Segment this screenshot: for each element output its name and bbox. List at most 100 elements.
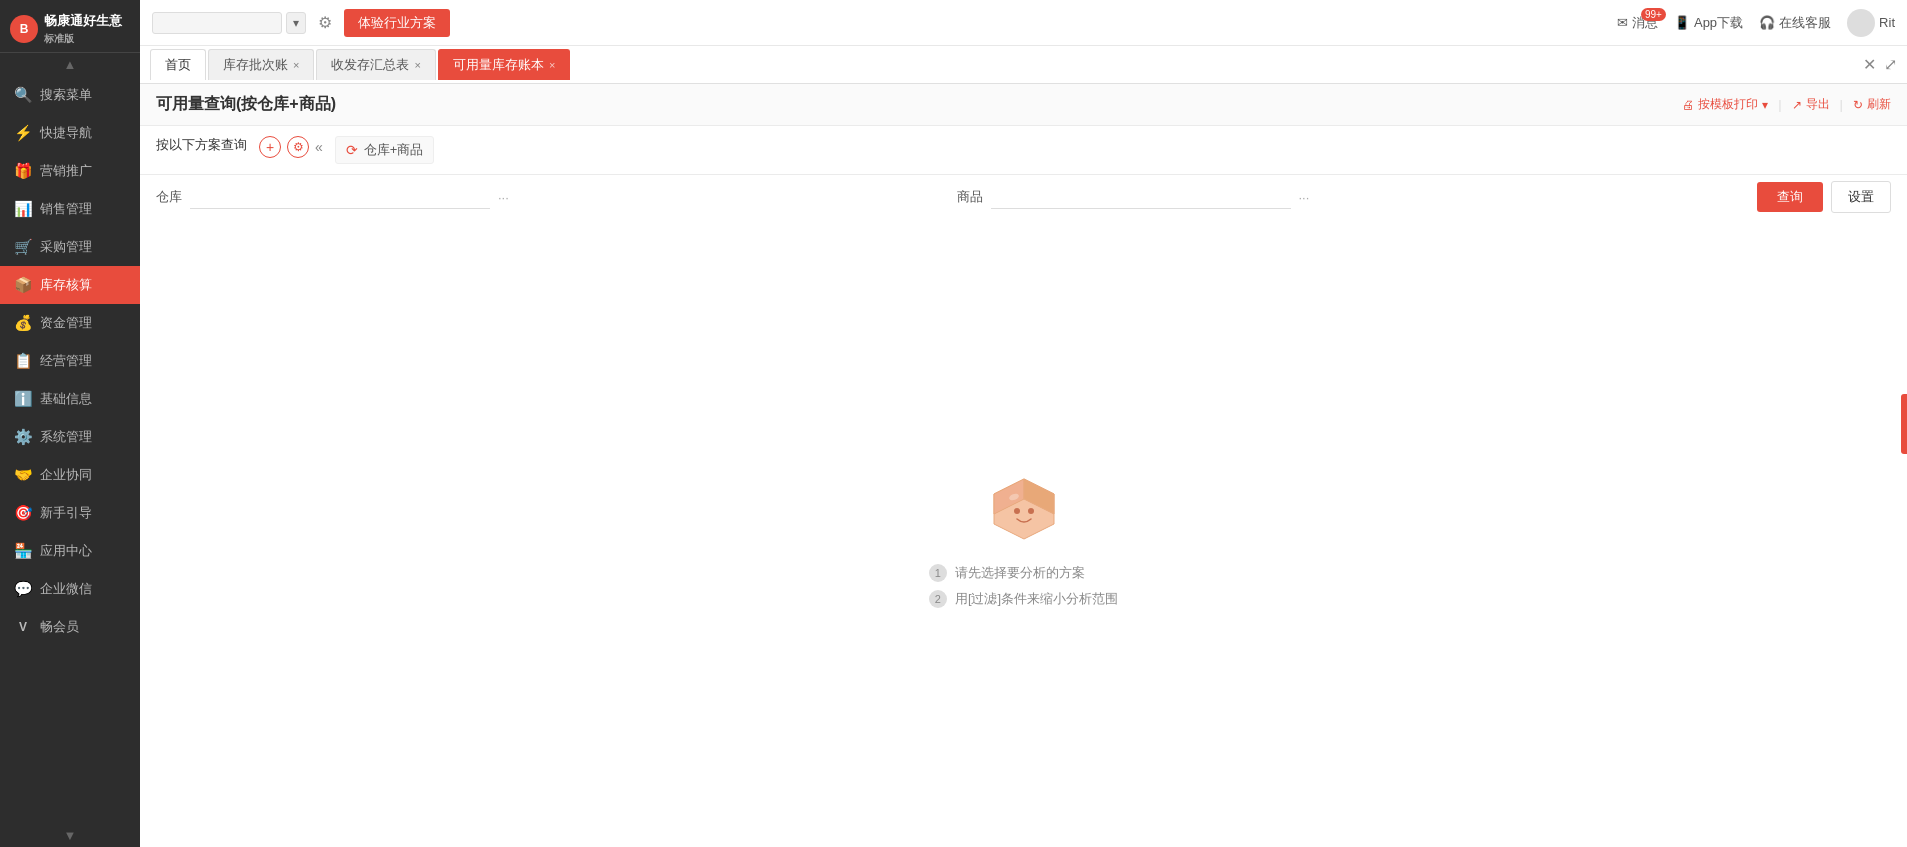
message-icon: ✉ — [1617, 15, 1628, 30]
sidebar-header: B 畅康通好生意 标准版 — [0, 0, 140, 53]
sidebar-item-label: 新手引导 — [40, 504, 92, 522]
message-button[interactable]: ✉ 消息 99+ — [1617, 14, 1658, 32]
hint-num-2: 2 — [929, 590, 947, 608]
sidebar-item-system[interactable]: ⚙️ 系统管理 — [0, 418, 140, 456]
empty-illustration — [979, 459, 1069, 552]
sidebar-item-label: 搜索菜单 — [40, 86, 92, 104]
sidebar-item-guide[interactable]: 🎯 新手引导 — [0, 494, 140, 532]
sidebar-item-label: 经营管理 — [40, 352, 92, 370]
collapse-button[interactable]: « — [315, 139, 323, 155]
sidebar-item-marketing[interactable]: 🎁 营销推广 — [0, 152, 140, 190]
field-row: 仓库 ··· 商品 ··· 查询 设置 — [140, 175, 1907, 219]
sidebar-item-operations[interactable]: 📋 经营管理 — [0, 342, 140, 380]
refresh-label: 刷新 — [1867, 96, 1891, 113]
sidebar-item-appstore[interactable]: 🏪 应用中心 — [0, 532, 140, 570]
sidebar-logo-text: 畅康通好生意 标准版 — [44, 12, 122, 46]
tabbar-right: ✕ ⤢ — [1863, 55, 1897, 74]
sidebar-item-inventory[interactable]: 📦 库存核算 — [0, 266, 140, 304]
purchase-icon: 🛒 — [14, 238, 32, 256]
tab-label: 库存批次账 — [223, 56, 288, 74]
filter-label: 按以下方案查询 — [156, 136, 247, 154]
dropdown-button[interactable]: ▾ — [286, 12, 306, 34]
sidebar-item-nav[interactable]: ⚡ 快捷导航 — [0, 114, 140, 152]
page-actions: 🖨 按模板打印 ▾ | ↗ 导出 | ↻ 刷新 — [1682, 96, 1891, 113]
service-icon: 🎧 — [1759, 15, 1775, 30]
topbar: ▾ ⚙ 体验行业方案 ✉ 消息 99+ 📱 App下载 🎧 在线客服 Rit — [140, 0, 1907, 46]
sidebar-logo-icon: B — [10, 15, 38, 43]
sidebar-item-purchase[interactable]: 🛒 采购管理 — [0, 228, 140, 266]
sidebar-item-basic-info[interactable]: ℹ️ 基础信息 — [0, 380, 140, 418]
product-field-group: 商品 ··· — [957, 185, 1742, 209]
export-button[interactable]: ↗ 导出 — [1792, 96, 1830, 113]
scheme-item[interactable]: ⟳ 仓库+商品 — [335, 136, 435, 164]
search-icon: 🔍 — [14, 86, 32, 104]
info-icon: ℹ️ — [14, 390, 32, 408]
scheme-label: 仓库+商品 — [364, 141, 424, 159]
page-title: 可用量查询(按仓库+商品) — [156, 94, 1682, 115]
trial-button[interactable]: 体验行业方案 — [344, 9, 450, 37]
page-header: 可用量查询(按仓库+商品) 🖨 按模板打印 ▾ | ↗ 导出 | ↻ 刷新 — [140, 84, 1907, 126]
hint-text-2: 用[过滤]条件来缩小分析范围 — [955, 590, 1118, 608]
query-button[interactable]: 查询 — [1757, 182, 1823, 212]
separator: | — [1778, 97, 1781, 112]
sidebar-item-label: 采购管理 — [40, 238, 92, 256]
warehouse-more-button[interactable]: ··· — [498, 190, 509, 205]
user-avatar-area[interactable]: Rit — [1847, 9, 1895, 37]
sales-icon: 📊 — [14, 200, 32, 218]
tab-close-icon[interactable]: × — [414, 59, 420, 71]
print-button[interactable]: 🖨 按模板打印 ▾ — [1682, 96, 1768, 113]
sidebar-item-sales[interactable]: 📊 销售管理 — [0, 190, 140, 228]
add-scheme-button[interactable]: + — [259, 136, 281, 158]
sidebar: B 畅康通好生意 标准版 ▲ 🔍 搜索菜单 ⚡ 快捷导航 🎁 营销推广 📊 销售… — [0, 0, 140, 847]
chevron-down-icon: ▾ — [1762, 98, 1768, 112]
sidebar-scroll-up[interactable]: ▲ — [0, 53, 140, 76]
scheme-icon: ⟳ — [346, 142, 358, 158]
separator: | — [1840, 97, 1843, 112]
sidebar-item-wechat[interactable]: 💬 企业微信 — [0, 570, 140, 608]
expand-icon[interactable]: ⤢ — [1884, 55, 1897, 74]
sidebar-item-enterprise[interactable]: 🤝 企业协同 — [0, 456, 140, 494]
sidebar-app-name: 畅康通好生意 — [44, 12, 122, 30]
field-action-btns: 查询 设置 — [1757, 181, 1891, 213]
sidebar-item-label: 企业协同 — [40, 466, 92, 484]
warehouse-input[interactable] — [190, 185, 490, 209]
filter-actions: + ⚙ « — [259, 136, 323, 158]
print-label: 按模板打印 — [1698, 96, 1758, 113]
sidebar-item-label: 快捷导航 — [40, 124, 92, 142]
print-icon: 🖨 — [1682, 98, 1694, 112]
tab-close-icon[interactable]: × — [549, 59, 555, 71]
sidebar-item-label: 畅会员 — [40, 618, 79, 636]
tab-inventory-batch[interactable]: 库存批次账 × — [208, 49, 314, 80]
product-label: 商品 — [957, 188, 983, 206]
membership-icon: V — [14, 620, 32, 634]
app-download-button[interactable]: 📱 App下载 — [1674, 14, 1743, 32]
right-edge-bar — [1901, 394, 1907, 454]
refresh-button[interactable]: ↻ 刷新 — [1853, 96, 1891, 113]
refresh-icon: ↻ — [1853, 98, 1863, 112]
search-input[interactable] — [152, 12, 282, 34]
empty-hint-2: 2 用[过滤]条件来缩小分析范围 — [929, 590, 1118, 608]
sidebar-scroll-down[interactable]: ▼ — [0, 824, 140, 847]
empty-box-svg — [979, 459, 1069, 549]
tab-stock-summary[interactable]: 收发存汇总表 × — [316, 49, 435, 80]
product-input[interactable] — [991, 185, 1291, 209]
app-icon: 🏪 — [14, 542, 32, 560]
tab-available-inventory[interactable]: 可用量库存账本 × — [438, 49, 570, 80]
sidebar-item-search[interactable]: 🔍 搜索菜单 — [0, 76, 140, 114]
empty-hint-1: 1 请先选择要分析的方案 — [929, 564, 1118, 582]
filter-area: 按以下方案查询 + ⚙ « ⟳ 仓库+商品 — [140, 126, 1907, 175]
sidebar-item-label: 基础信息 — [40, 390, 92, 408]
main-area: ▾ ⚙ 体验行业方案 ✉ 消息 99+ 📱 App下载 🎧 在线客服 Rit — [140, 0, 1907, 847]
sidebar-item-finance[interactable]: 💰 资金管理 — [0, 304, 140, 342]
sidebar-item-membership[interactable]: V 畅会员 — [0, 608, 140, 646]
close-window-icon[interactable]: ✕ — [1863, 55, 1876, 74]
tab-home[interactable]: 首页 — [150, 49, 206, 80]
product-more-button[interactable]: ··· — [1299, 190, 1310, 205]
tab-close-icon[interactable]: × — [293, 59, 299, 71]
settings-button[interactable]: 设置 — [1831, 181, 1891, 213]
scheme-setting-button[interactable]: ⚙ — [287, 136, 309, 158]
settings-icon[interactable]: ⚙ — [318, 13, 332, 32]
hint-text-1: 请先选择要分析的方案 — [955, 564, 1085, 582]
online-service-button[interactable]: 🎧 在线客服 — [1759, 14, 1831, 32]
tab-label: 收发存汇总表 — [331, 56, 409, 74]
